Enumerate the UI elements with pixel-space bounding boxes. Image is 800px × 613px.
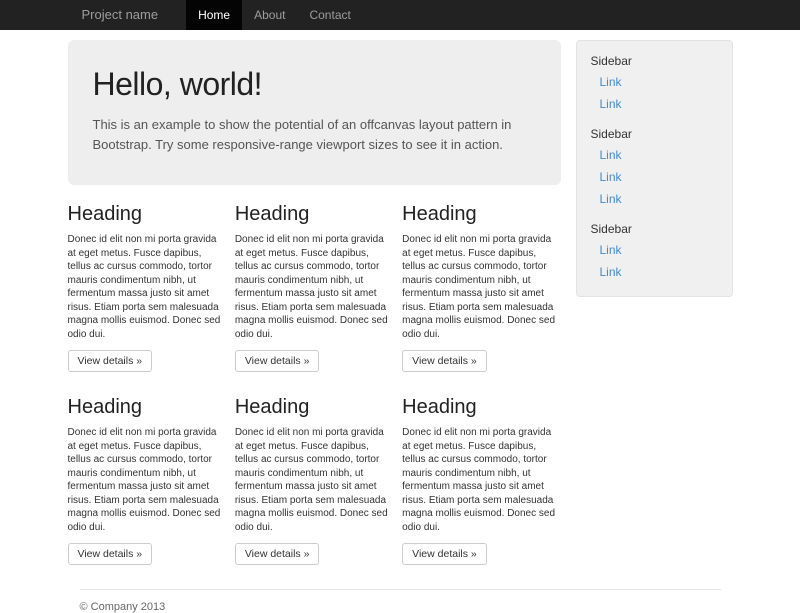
sidebar-group-1: Sidebar Link Link [591,54,718,115]
card-body: Donec id elit non mi porta gravida at eg… [402,426,560,534]
feature-card: Heading Donec id elit non mi porta gravi… [235,396,393,565]
feature-card: Heading Donec id elit non mi porta gravi… [235,203,393,372]
cards-row-2: Heading Donec id elit non mi porta gravi… [68,396,561,565]
navbar: Project name Home About Contact [0,0,800,30]
view-details-button[interactable]: View details » [68,350,153,372]
sidebar-group-2: Sidebar Link Link Link [591,127,718,210]
navbar-brand[interactable]: Project name [68,0,173,30]
feature-card: Heading Donec id elit non mi porta gravi… [68,396,226,565]
sidebar-link[interactable]: Link [591,166,718,188]
jumbotron-text: This is an example to show the potential… [93,115,536,155]
page-title: Hello, world! [93,66,536,103]
main-content: Hello, world! This is an example to show… [68,40,561,589]
sidebar-heading: Sidebar [591,222,718,236]
nav-item-contact[interactable]: Contact [297,0,362,30]
page-container: Hello, world! This is an example to show… [68,30,733,613]
copyright: © Company 2013 [80,601,721,613]
view-details-button[interactable]: View details » [235,350,320,372]
sidebar-link[interactable]: Link [591,261,718,283]
sidebar-heading: Sidebar [591,127,718,141]
jumbotron: Hello, world! This is an example to show… [68,40,561,185]
view-details-button[interactable]: View details » [402,543,487,565]
card-heading: Heading [68,203,226,226]
card-heading: Heading [402,203,560,226]
sidebar-link[interactable]: Link [591,188,718,210]
card-body: Donec id elit non mi porta gravida at eg… [235,233,393,341]
navbar-menu: Home About Contact [186,0,363,30]
sidebar-group-3: Sidebar Link Link [591,222,718,283]
card-body: Donec id elit non mi porta gravida at eg… [68,233,226,341]
card-body: Donec id elit non mi porta gravida at eg… [402,233,560,341]
card-heading: Heading [68,396,226,419]
sidebar: Sidebar Link Link Sidebar Link Link Link… [576,40,733,297]
nav-item-home[interactable]: Home [186,0,242,30]
footer-divider [80,589,721,590]
sidebar-heading: Sidebar [591,54,718,68]
feature-card: Heading Donec id elit non mi porta gravi… [68,203,226,372]
view-details-button[interactable]: View details » [402,350,487,372]
card-heading: Heading [235,396,393,419]
feature-card: Heading Donec id elit non mi porta gravi… [402,203,560,372]
card-heading: Heading [235,203,393,226]
view-details-button[interactable]: View details » [235,543,320,565]
sidebar-link[interactable]: Link [591,71,718,93]
sidebar-link[interactable]: Link [591,144,718,166]
cards-row-1: Heading Donec id elit non mi porta gravi… [68,203,561,372]
card-body: Donec id elit non mi porta gravida at eg… [68,426,226,534]
card-heading: Heading [402,396,560,419]
sidebar-link[interactable]: Link [591,239,718,261]
feature-card: Heading Donec id elit non mi porta gravi… [402,396,560,565]
navbar-inner: Project name Home About Contact [68,0,733,30]
nav-item-about[interactable]: About [242,0,297,30]
view-details-button[interactable]: View details » [68,543,153,565]
card-body: Donec id elit non mi porta gravida at eg… [235,426,393,534]
main-row: Hello, world! This is an example to show… [68,30,733,589]
footer: © Company 2013 [68,589,733,613]
sidebar-link[interactable]: Link [591,93,718,115]
